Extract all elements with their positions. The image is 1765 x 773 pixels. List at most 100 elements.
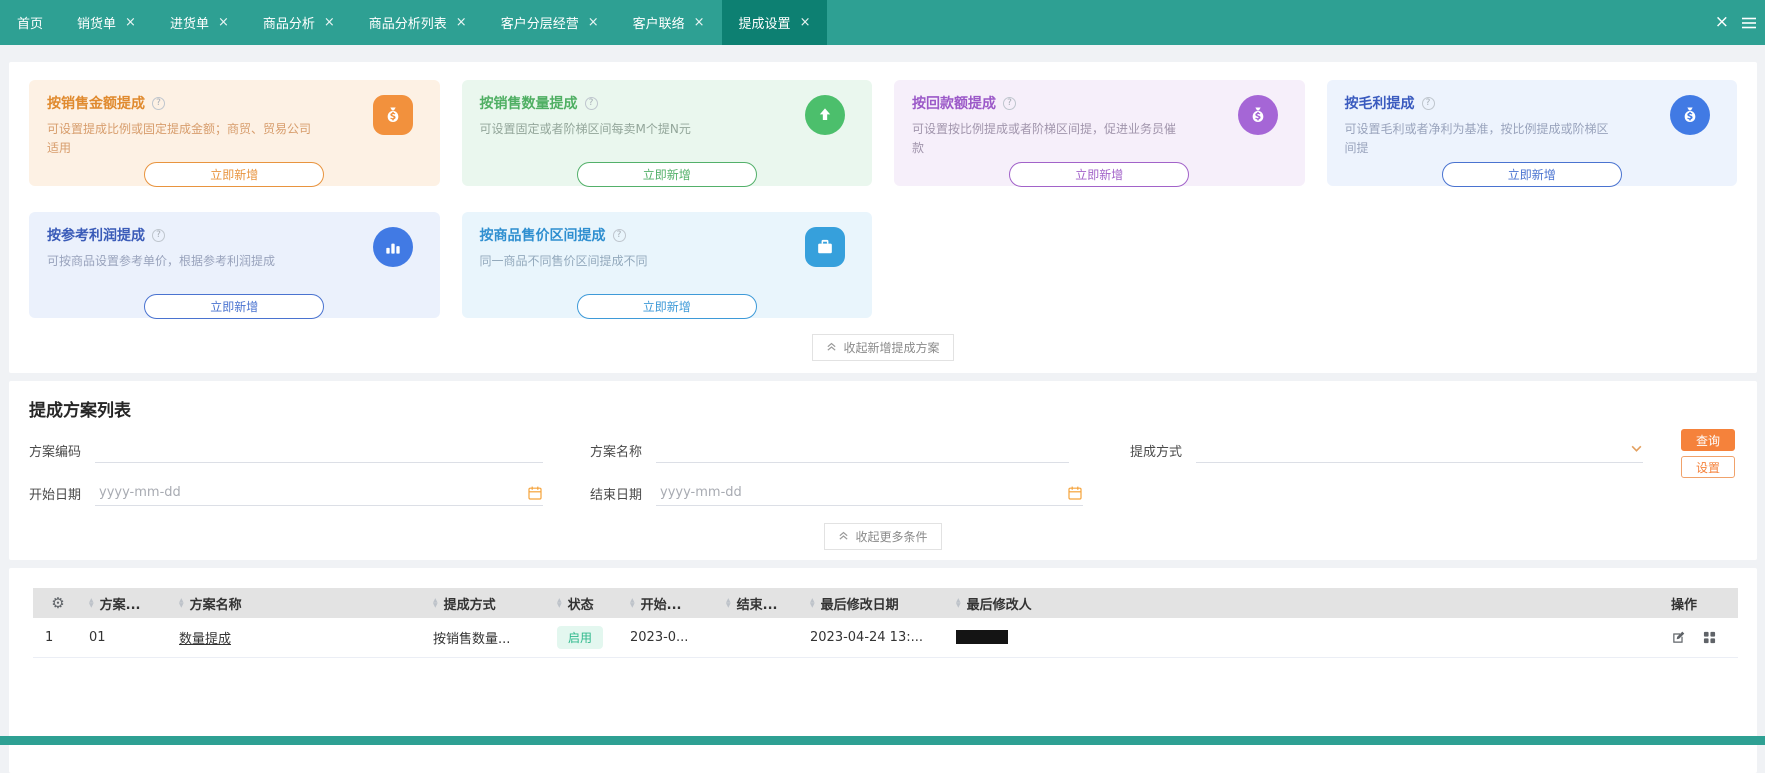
commission-card-price-range: 按商品售价区间提成? 同一商品不同售价区间提成不同 立即新增: [461, 212, 872, 319]
scheme-name-label: 方案名称: [590, 444, 643, 460]
close-icon[interactable]: ×: [218, 16, 229, 29]
add-now-button[interactable]: 立即新增: [1441, 162, 1622, 187]
sort-icon[interactable]: ▲ ▼: [726, 598, 731, 609]
chevron-double-up-icon: [838, 530, 849, 544]
calendar-icon[interactable]: [1067, 485, 1083, 501]
start-date-input[interactable]: [95, 480, 543, 506]
column-header-code: 方案...: [99, 597, 141, 613]
sort-icon[interactable]: ▲ ▼: [179, 598, 184, 609]
scheme-table: ⚙ ▲ ▼ 方案... ▲ ▼ 方案名称 ▲ ▼ 提成方式 ▲ ▼ 状态 ▲ ▼ 开始... ▲ ▼ 结…: [33, 588, 1738, 658]
scheme-name-field: 方案名称: [590, 437, 1069, 463]
card-description: 可设置固定或者阶梯区间每卖M个提N元: [479, 122, 691, 136]
tab-customer-contact[interactable]: 客户联络 ×: [616, 0, 722, 45]
card-description: 可设置提成比例或固定提成金额；商贸、贸易公司适用: [47, 122, 312, 155]
add-now-button[interactable]: 立即新增: [576, 294, 757, 319]
card-title: 按毛利提成: [1344, 96, 1415, 112]
sort-icon[interactable]: ▲ ▼: [433, 598, 438, 609]
sort-icon[interactable]: ▲ ▼: [810, 598, 815, 609]
commission-card-payment-collection: 按回款额提成? 可设置按比例提成或者阶梯区间提，促进业务员催款 立即新增: [894, 80, 1305, 187]
sort-icon[interactable]: ▲ ▼: [89, 598, 94, 609]
filter-buttons: 查询 设置: [1681, 429, 1735, 478]
add-now-button[interactable]: 立即新增: [1009, 162, 1190, 187]
tab-customer-segmentation[interactable]: 客户分层经营 ×: [484, 0, 616, 45]
tab-sales-order[interactable]: 销货单 ×: [60, 0, 153, 45]
tab-product-analysis-list[interactable]: 商品分析列表 ×: [352, 0, 484, 45]
card-title: 按销售金额提成: [47, 96, 145, 112]
close-icon[interactable]: ×: [694, 16, 705, 29]
cell-code: 01: [83, 618, 173, 658]
sort-icon[interactable]: ▲ ▼: [557, 598, 562, 609]
tab-commission-settings[interactable]: 提成设置 ×: [721, 0, 828, 45]
close-icon[interactable]: ×: [456, 16, 467, 29]
column-header-status: 状态: [567, 597, 594, 613]
card-title: 按商品售价区间提成: [479, 228, 606, 244]
start-date-field: 开始日期: [29, 480, 543, 506]
info-icon[interactable]: ?: [1421, 96, 1435, 110]
add-now-button[interactable]: 立即新增: [144, 294, 325, 319]
info-icon[interactable]: ?: [612, 228, 626, 242]
scheme-name-input[interactable]: [656, 437, 1069, 463]
money-bag-icon: [372, 95, 413, 135]
tabbar-actions: ×: [1715, 0, 1756, 45]
filter-row-1: 方案编码 方案名称 提成方式: [29, 437, 1737, 463]
tab-label: 客户联络: [632, 17, 685, 32]
bottom-bar: [0, 736, 1765, 745]
close-icon[interactable]: ×: [324, 16, 335, 29]
tab-label: 客户分层经营: [500, 17, 579, 32]
main-content: 按销售金额提成? 可设置提成比例或固定提成金额；商贸、贸易公司适用 立即新增 按…: [9, 62, 1757, 773]
column-header-type: 提成方式: [443, 597, 496, 613]
gear-icon[interactable]: ⚙: [51, 594, 64, 612]
sort-icon[interactable]: ▲ ▼: [956, 598, 961, 609]
commission-type-select[interactable]: [1196, 437, 1643, 463]
tab-label: 商品分析列表: [368, 17, 447, 32]
calendar-icon[interactable]: [527, 485, 543, 501]
collapse-more-filters-button[interactable]: 收起更多条件: [824, 523, 942, 550]
close-icon[interactable]: ×: [588, 16, 599, 29]
tab-label: 首页: [17, 17, 44, 32]
table-header-row: ⚙ ▲ ▼ 方案... ▲ ▼ 方案名称 ▲ ▼ 提成方式 ▲ ▼ 状态 ▲ ▼ 开始... ▲ ▼ 结…: [33, 588, 1738, 618]
commission-card-sales-amount: 按销售金额提成? 可设置提成比例或固定提成金额；商贸、贸易公司适用 立即新增: [29, 80, 440, 187]
close-icon[interactable]: ×: [800, 16, 811, 29]
commission-card-sales-quantity: 按销售数量提成? 可设置固定或者阶梯区间每卖M个提N元 立即新增: [461, 80, 872, 187]
cell-type: 按销售数量...: [427, 618, 551, 658]
cell-end: [720, 618, 804, 658]
info-icon[interactable]: ?: [152, 228, 165, 242]
add-now-button[interactable]: 立即新增: [144, 162, 325, 187]
table-row[interactable]: 1 01 数量提成 按销售数量... 启用 2023-0... 2023-04-…: [33, 618, 1738, 658]
arrow-up-icon: [805, 95, 845, 135]
chevron-down-icon[interactable]: [1630, 442, 1643, 455]
settings-button[interactable]: 设置: [1681, 456, 1735, 478]
info-icon[interactable]: ?: [1003, 96, 1016, 110]
tab-menu-icon[interactable]: [1742, 17, 1756, 29]
scheme-name-link[interactable]: 数量提成: [179, 632, 231, 647]
sort-icon[interactable]: ▲ ▼: [630, 598, 635, 609]
tab-bar: 首页 销货单 × 进货单 × 商品分析 × 商品分析列表 × 客户分层经营 × 客户联络 ×…: [0, 0, 1765, 45]
info-icon[interactable]: ?: [584, 96, 598, 110]
grid-menu-icon[interactable]: [1703, 631, 1716, 644]
card-description: 可设置按比例提成或者阶梯区间提，促进业务员催款: [912, 122, 1177, 155]
redacted-modifier-name: [956, 630, 1008, 645]
tab-home[interactable]: 首页: [0, 0, 60, 45]
tab-purchase-order[interactable]: 进货单 ×: [153, 0, 246, 45]
end-date-input[interactable]: [656, 480, 1083, 506]
tab-product-analysis[interactable]: 商品分析 ×: [246, 0, 352, 45]
cell-actions: [1665, 618, 1738, 658]
search-button[interactable]: 查询: [1681, 429, 1735, 451]
end-date-label: 结束日期: [590, 487, 643, 503]
info-icon[interactable]: ?: [152, 96, 165, 110]
tab-label: 销货单: [77, 17, 117, 32]
scheme-code-input[interactable]: [95, 437, 543, 463]
collapse-label: 收起新增提成方案: [843, 341, 940, 355]
commission-type-field: 提成方式: [1130, 437, 1643, 463]
start-date-label: 开始日期: [29, 487, 82, 503]
end-date-field: 结束日期: [590, 480, 1083, 506]
edit-icon[interactable]: [1671, 630, 1686, 645]
scheme-list-panel: 提成方案列表 方案编码 方案名称 提成方式 开始日期 yyyy-mm-dd 结束…: [9, 381, 1757, 560]
add-now-button[interactable]: 立即新增: [576, 162, 757, 187]
close-all-tabs-icon[interactable]: ×: [1715, 14, 1729, 31]
collapse-new-schemes-button[interactable]: 收起新增提成方案: [812, 334, 954, 361]
tab-label: 进货单: [169, 17, 209, 32]
cell-index: 1: [33, 618, 83, 658]
commission-card-reference-profit: 按参考利润提成? 可按商品设置参考单价，根据参考利润提成 立即新增: [29, 212, 440, 319]
close-icon[interactable]: ×: [125, 16, 136, 29]
